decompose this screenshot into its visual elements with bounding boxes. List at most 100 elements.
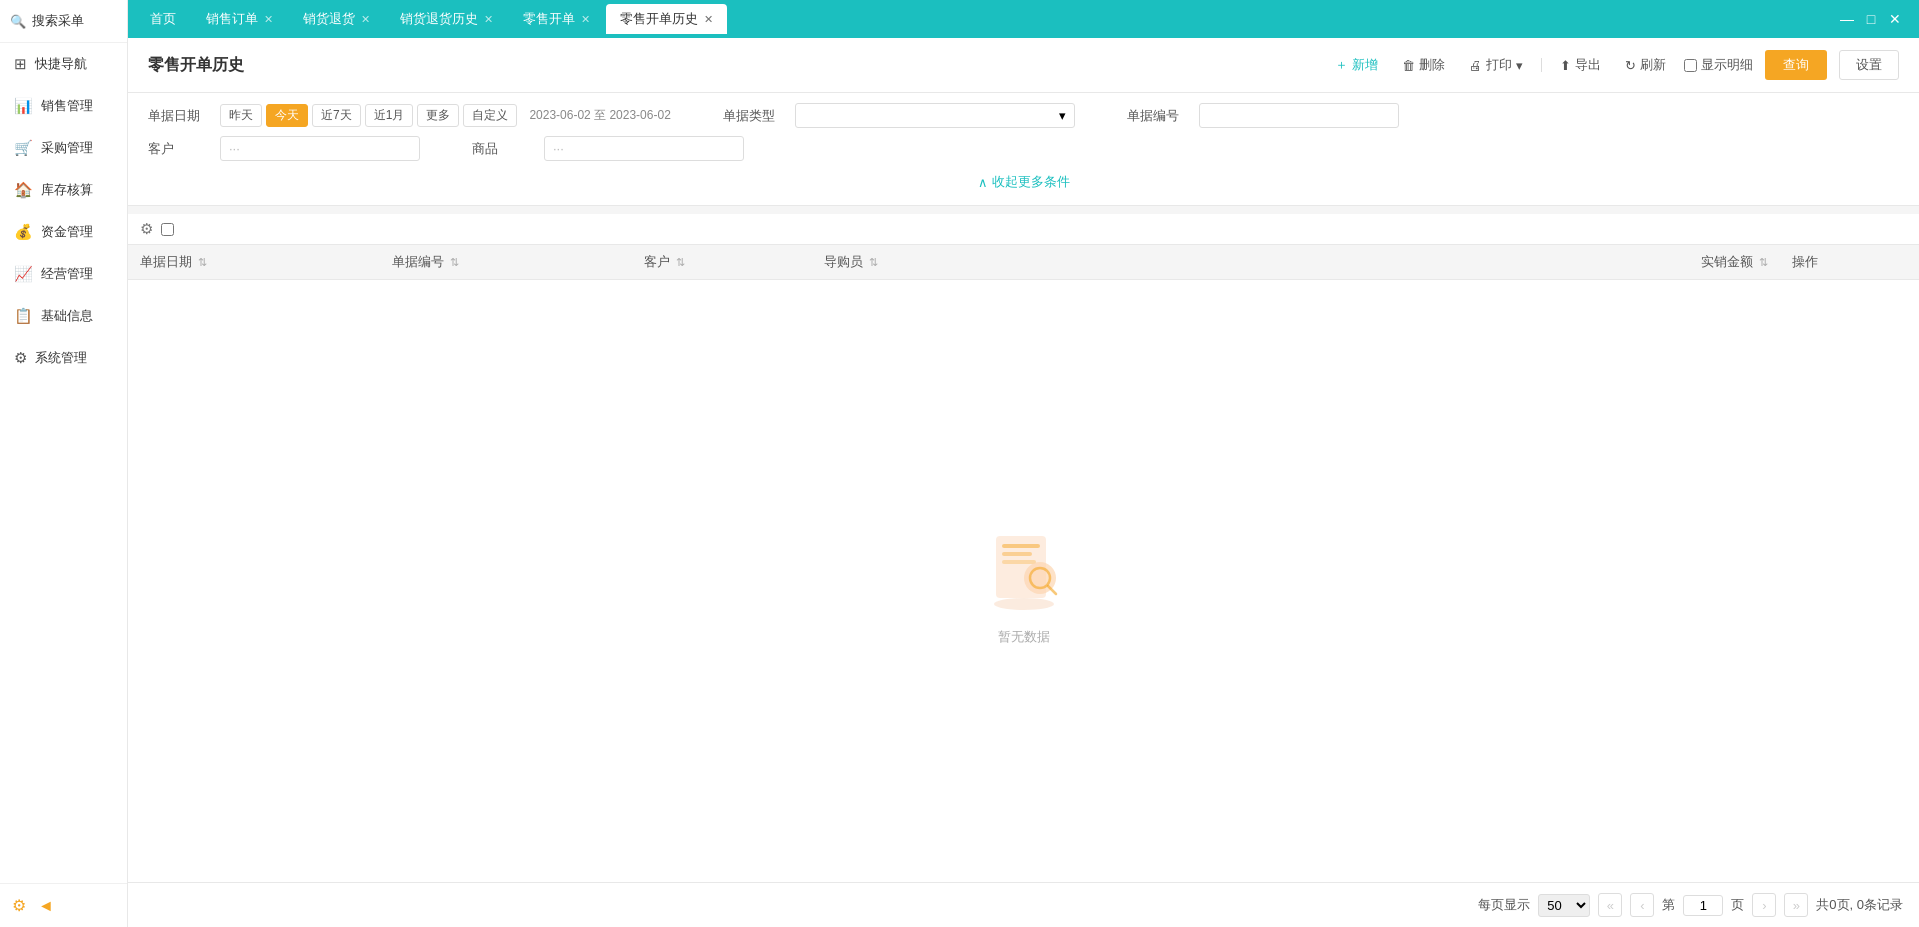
page-title: 零售开单历史 (148, 55, 244, 76)
close-button[interactable]: ✕ (1887, 11, 1903, 27)
goods-filter-label: 商品 (472, 140, 532, 158)
col-customer[interactable]: 客户 ⇅ (632, 245, 812, 280)
sidebar-item-finance[interactable]: 💰资金管理 (0, 211, 127, 253)
sidebar-icon-inventory: 🏠 (14, 181, 33, 199)
tab-close-sales-order[interactable]: ✕ (264, 13, 273, 26)
tab-close-sales-return-history[interactable]: ✕ (484, 13, 493, 26)
collapse-sidebar-icon[interactable]: ◄ (38, 897, 54, 915)
sidebar-item-quick-nav[interactable]: ⊞ 快捷导航 (0, 43, 127, 85)
tab-close-sales-return[interactable]: ✕ (361, 13, 370, 26)
tab-retail-open[interactable]: 零售开单✕ (509, 4, 604, 34)
col-date[interactable]: 单据日期 ⇅ (128, 245, 380, 280)
tab-label-sales-return: 销货退货 (303, 10, 355, 28)
col-number[interactable]: 单据编号 ⇅ (380, 245, 632, 280)
add-button[interactable]: ＋ 新增 (1329, 53, 1384, 77)
tab-home[interactable]: 首页 (136, 4, 190, 34)
setting-button[interactable]: 设置 (1839, 50, 1899, 80)
delete-button[interactable]: 🗑 删除 (1396, 53, 1451, 77)
tab-retail-open-history[interactable]: 零售开单历史✕ (606, 4, 727, 34)
sidebar-icon-purchase-mgmt: 🛒 (14, 139, 33, 157)
export-icon: ⬆ (1560, 58, 1571, 73)
refresh-icon: ↻ (1625, 58, 1636, 73)
sidebar-label-sales-mgmt: 销售管理 (41, 97, 93, 115)
sidebar-item-inventory[interactable]: 🏠 库存核算 (0, 169, 127, 211)
customer-filter-label: 客户 (148, 140, 208, 158)
sort-guide-icon: ⇅ (869, 256, 878, 268)
sidebar: 🔍 搜索采单 ⊞ 快捷导航 📊 销售管理 🛒采购管理 🏠 库存核算 💰资金管理 📈 经营管理 📋基础… (0, 0, 128, 927)
export-label: 导出 (1575, 56, 1601, 74)
sidebar-icon-basic-info: 📋 (14, 307, 33, 325)
date-btn-7days[interactable]: 近7天 (312, 104, 361, 127)
sort-amount-icon: ⇅ (1759, 256, 1768, 268)
sidebar-icon-finance: 💰 (14, 223, 33, 241)
sidebar-label-inventory: 库存核算 (41, 181, 93, 199)
col-amount[interactable]: 实销金额 ⇅ (1528, 245, 1780, 280)
export-button[interactable]: ⬆ 导出 (1554, 53, 1607, 77)
doc-number-label: 单据编号 (1127, 107, 1187, 125)
table-settings-icon[interactable]: ⚙ (140, 220, 153, 238)
sidebar-item-system[interactable]: ⚙系统管理 (0, 337, 127, 379)
sidebar-icon-sales-mgmt: 📊 (14, 97, 33, 115)
date-btn-today[interactable]: 今天 (266, 104, 308, 127)
page-label: 第 (1662, 896, 1675, 914)
sidebar-item-basic-info[interactable]: 📋基础信息 (0, 295, 127, 337)
sidebar-label-quick-nav: 快捷导航 (35, 55, 87, 73)
last-page-button[interactable]: » (1784, 893, 1808, 917)
next-page-button[interactable]: › (1752, 893, 1776, 917)
data-table: 单据日期 ⇅ 单据编号 ⇅ 客户 ⇅ 导购员 ⇅ 实销金额 ⇅ 操作 (128, 245, 1919, 280)
sort-number-icon: ⇅ (450, 256, 459, 268)
tab-sales-return-history[interactable]: 销货退货历史 ✕ (386, 4, 507, 34)
maximize-button[interactable]: □ (1863, 11, 1879, 27)
doc-number-input[interactable] (1199, 103, 1399, 128)
prev-page-button[interactable]: ‹ (1630, 893, 1654, 917)
date-btn-custom[interactable]: 自定义 (463, 104, 517, 127)
customer-input[interactable]: ··· (220, 136, 420, 161)
tab-sales-order[interactable]: 销售订单✕ (192, 4, 287, 34)
settings-bottom-icon[interactable]: ⚙ (12, 896, 26, 915)
refresh-button[interactable]: ↻ 刷新 (1619, 53, 1672, 77)
page-header: 零售开单历史 ＋ 新增 🗑 删除 🖨 打印 ▾ ⬆ 导出 (128, 38, 1919, 93)
query-button[interactable]: 查询 (1765, 50, 1827, 80)
col-guide[interactable]: 导购员 ⇅ (812, 245, 1028, 280)
minimize-button[interactable]: — (1839, 11, 1855, 27)
svg-rect-2 (1002, 544, 1040, 548)
sidebar-item-operations[interactable]: 📈 经营管理 (0, 253, 127, 295)
print-button[interactable]: 🖨 打印 ▾ (1463, 53, 1529, 77)
sidebar-label-system: 系统管理 (35, 349, 87, 367)
page-number-input[interactable] (1683, 895, 1723, 916)
doc-type-select[interactable]: ▾ (795, 103, 1075, 128)
date-filter-buttons: 昨天 今天 近7天 近1月 更多 自定义 (220, 104, 517, 127)
sidebar-item-purchase-mgmt[interactable]: 🛒采购管理 (0, 127, 127, 169)
first-page-button[interactable]: « (1598, 893, 1622, 917)
svg-rect-3 (1002, 552, 1032, 556)
date-btn-more[interactable]: 更多 (417, 104, 459, 127)
sidebar-icon-quick-nav: ⊞ (14, 55, 27, 73)
search-icon: 🔍 (10, 14, 26, 29)
empty-state: 暂无数据 (128, 280, 1919, 882)
delete-label: 删除 (1419, 56, 1445, 74)
date-btn-yesterday[interactable]: 昨天 (220, 104, 262, 127)
select-all-checkbox[interactable] (161, 223, 174, 236)
collapse-icon: ∧ (978, 175, 988, 190)
display-toggle[interactable]: 显示明细 (1684, 56, 1753, 74)
total-info: 共0页, 0条记录 (1816, 896, 1903, 914)
per-page-select[interactable]: 50 20 100 (1538, 894, 1590, 917)
tab-label-sales-return-history: 销货退货历史 (400, 10, 478, 28)
sidebar-item-sales-mgmt[interactable]: 📊 销售管理 (0, 85, 127, 127)
delete-icon: 🗑 (1402, 58, 1415, 73)
collapse-button[interactable]: ∧ 收起更多条件 (148, 169, 1899, 195)
doc-type-label: 单据类型 (723, 107, 783, 125)
sidebar-search[interactable]: 🔍 搜索采单 (0, 0, 127, 43)
date-range-display: 2023-06-02 至 2023-06-02 (529, 107, 670, 124)
sidebar-icon-operations: 📈 (14, 265, 33, 283)
tab-label-home: 首页 (150, 10, 176, 28)
date-btn-1month[interactable]: 近1月 (365, 104, 414, 127)
tab-sales-return[interactable]: 销货退货 ✕ (289, 4, 384, 34)
tab-close-retail-open[interactable]: ✕ (581, 13, 590, 26)
sidebar-label-operations: 经营管理 (41, 265, 93, 283)
tab-close-retail-open-history[interactable]: ✕ (704, 13, 713, 26)
page-suffix: 页 (1731, 896, 1744, 914)
display-toggle-checkbox[interactable] (1684, 59, 1697, 72)
goods-input[interactable]: ··· (544, 136, 744, 161)
per-page-label: 每页显示 (1478, 896, 1530, 914)
